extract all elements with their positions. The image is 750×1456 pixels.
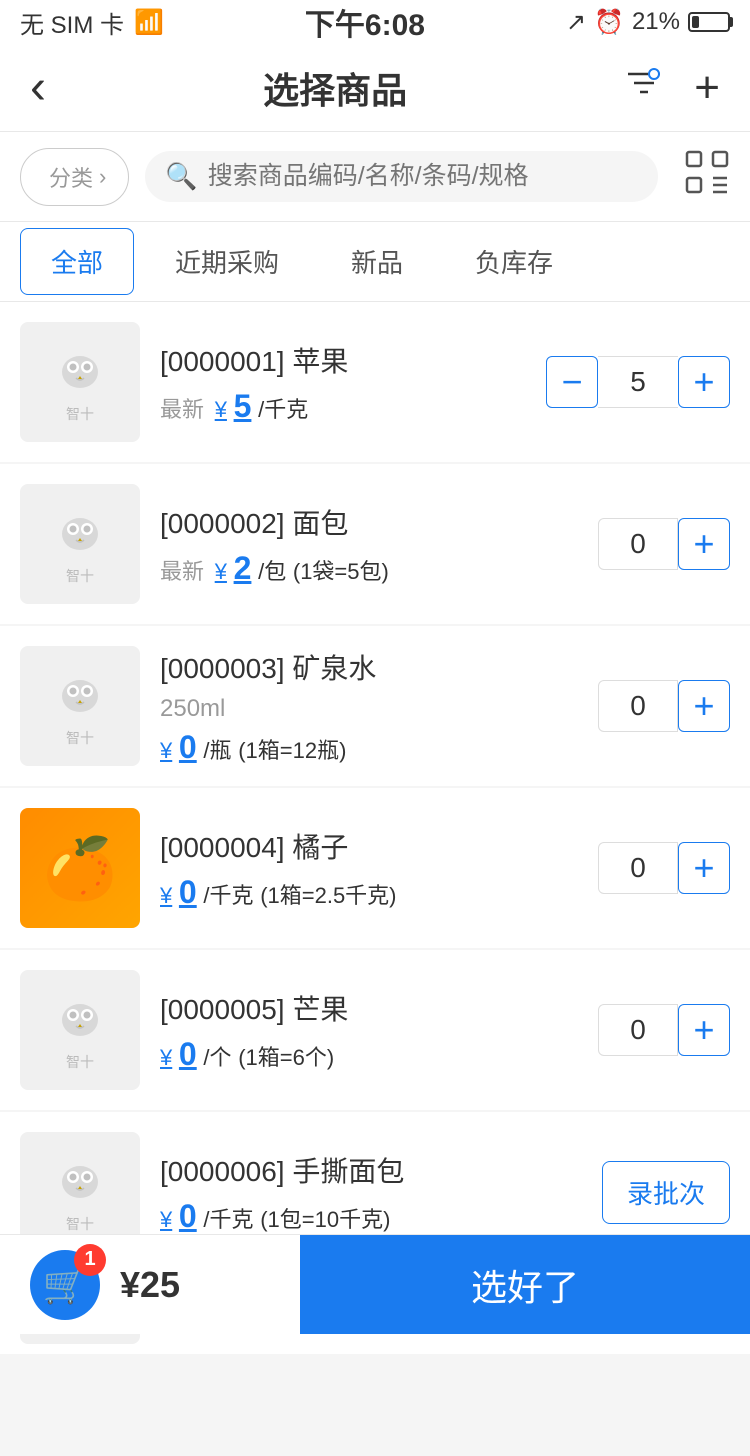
product-info-0000001: [0000001] 苹果 最新 ¥ 5 /千克 [160, 340, 526, 425]
quantity-input-0000003[interactable] [598, 680, 678, 732]
cart-total-price: ¥25 [120, 1264, 180, 1306]
product-price-0000005: ¥ 0 /个 (1箱=6个) [160, 1036, 578, 1073]
product-price-0000002: 最新 ¥ 2 /包 (1袋=5包) [160, 550, 578, 587]
product-image-0000001: 智十 [20, 322, 140, 442]
increase-button-0000004[interactable]: + [678, 842, 730, 894]
tab-all-label: 全部 [51, 248, 103, 278]
back-button[interactable]: ‹ [30, 60, 46, 115]
product-image-0000002: 智十 [20, 484, 140, 604]
cart-badge: 1 [74, 1244, 106, 1276]
batch-button-0000006[interactable]: 录批次 [602, 1161, 730, 1224]
product-name-0000003: [0000003] 矿泉水 [160, 647, 578, 687]
location-icon: ↗ [566, 8, 586, 37]
tab-new-label: 新品 [351, 248, 403, 278]
scan-icon[interactable] [684, 149, 730, 204]
product-item-0000004: 🍊 [0000004] 橘子 ¥ 0 /千克 (1箱=2.5千克) + [0, 788, 750, 948]
cart-section: 🛒 1 ¥25 [0, 1250, 300, 1320]
tab-negative-label: 负库存 [475, 248, 553, 278]
confirm-button[interactable]: 选好了 [300, 1235, 750, 1334]
tab-recent[interactable]: 近期采购 [144, 228, 310, 295]
product-image-0000003: 智十 [20, 646, 140, 766]
quantity-control-0000005: + [598, 1004, 730, 1056]
tab-new[interactable]: 新品 [320, 228, 434, 295]
product-info-0000004: [0000004] 橘子 ¥ 0 /千克 (1箱=2.5千克) [160, 826, 578, 911]
product-name-0000004: [0000004] 橘子 [160, 826, 578, 866]
quantity-input-0000005[interactable] [598, 1004, 678, 1056]
product-name-0000006: [0000006] 手撕面包 [160, 1150, 582, 1190]
product-price-0000004: ¥ 0 /千克 (1箱=2.5千克) [160, 874, 578, 911]
status-right: ↗ ⏰ 21% [566, 8, 730, 37]
product-price-0000003: ¥ 0 /瓶 (1箱=12瓶) [160, 729, 578, 766]
tab-bar: 全部 近期采购 新品 负库存 [0, 222, 750, 302]
increase-button-0000001[interactable]: + [678, 356, 730, 408]
battery-icon [688, 12, 730, 32]
product-info-0000005: [0000005] 芒果 ¥ 0 /个 (1箱=6个) [160, 988, 578, 1073]
product-item-0000001: 智十 [0000001] 苹果 最新 ¥ 5 /千克 − + [0, 302, 750, 462]
quantity-input-0000002[interactable] [598, 518, 678, 570]
product-item-0000003: 智十 [0000003] 矿泉水 250ml ¥ 0 /瓶 (1箱=12瓶) + [0, 626, 750, 786]
bottom-bar: 🛒 1 ¥25 选好了 [0, 1234, 750, 1334]
tab-recent-label: 近期采购 [175, 248, 279, 278]
quantity-input-0000001[interactable] [598, 356, 678, 408]
product-info-0000003: [0000003] 矿泉水 250ml ¥ 0 /瓶 (1箱=12瓶) [160, 647, 578, 766]
category-label: 分类 [49, 161, 93, 193]
increase-button-0000003[interactable]: + [678, 680, 730, 732]
quantity-control-0000001: − + [546, 356, 730, 408]
product-price-0000001: 最新 ¥ 5 /千克 [160, 388, 526, 425]
quantity-input-0000004[interactable] [598, 842, 678, 894]
tab-all[interactable]: 全部 [20, 228, 134, 295]
status-left: 无 SIM 卡 📶 [20, 5, 164, 40]
page-title: 选择商品 [263, 62, 407, 114]
cart-button[interactable]: 🛒 1 [30, 1250, 100, 1320]
quantity-control-0000002: + [598, 518, 730, 570]
add-icon[interactable]: + [694, 63, 720, 113]
battery-percent: 21% [632, 8, 680, 36]
product-item-0000005: 智十 [0000005] 芒果 ¥ 0 /个 (1箱=6个) + [0, 950, 750, 1110]
increase-button-0000005[interactable]: + [678, 1004, 730, 1056]
wifi-icon: 📶 [134, 8, 164, 37]
chevron-right-icon: › [99, 164, 106, 190]
status-time: 下午6:08 [305, 0, 425, 44]
tab-negative[interactable]: 负库存 [444, 228, 584, 295]
status-bar: 无 SIM 卡 📶 下午6:08 ↗ ⏰ 21% [0, 0, 750, 44]
product-info-0000002: [0000002] 面包 最新 ¥ 2 /包 (1袋=5包) [160, 502, 578, 587]
product-name-0000001: [0000001] 苹果 [160, 340, 526, 380]
product-info-0000006: [0000006] 手撕面包 ¥ 0 /千克 (1包=10千克) [160, 1150, 582, 1235]
quantity-control-0000003: + [598, 680, 730, 732]
filter-icon[interactable] [624, 66, 664, 109]
search-box: 🔍 [145, 151, 658, 202]
increase-button-0000002[interactable]: + [678, 518, 730, 570]
quantity-control-0000004: + [598, 842, 730, 894]
product-name-0000002: [0000002] 面包 [160, 502, 578, 542]
nav-bar: ‹ 选择商品 + [0, 44, 750, 132]
product-image-0000004: 🍊 [20, 808, 140, 928]
carrier-label: 无 SIM 卡 [20, 5, 124, 40]
search-input[interactable] [208, 162, 638, 191]
nav-right: + [624, 63, 720, 113]
filter-bar: 分类 › 🔍 [0, 132, 750, 222]
product-price-0000006: ¥ 0 /千克 (1包=10千克) [160, 1198, 582, 1235]
search-icon: 🔍 [165, 161, 197, 192]
decrease-button-0000001[interactable]: − [546, 356, 598, 408]
product-image-0000005: 智十 [20, 970, 140, 1090]
alarm-icon: ⏰ [594, 8, 624, 37]
product-name-0000005: [0000005] 芒果 [160, 988, 578, 1028]
product-item-0000002: 智十 [0000002] 面包 最新 ¥ 2 /包 (1袋=5包) + [0, 464, 750, 624]
product-spec-0000003: 250ml [160, 695, 578, 723]
category-button[interactable]: 分类 › [20, 148, 129, 206]
